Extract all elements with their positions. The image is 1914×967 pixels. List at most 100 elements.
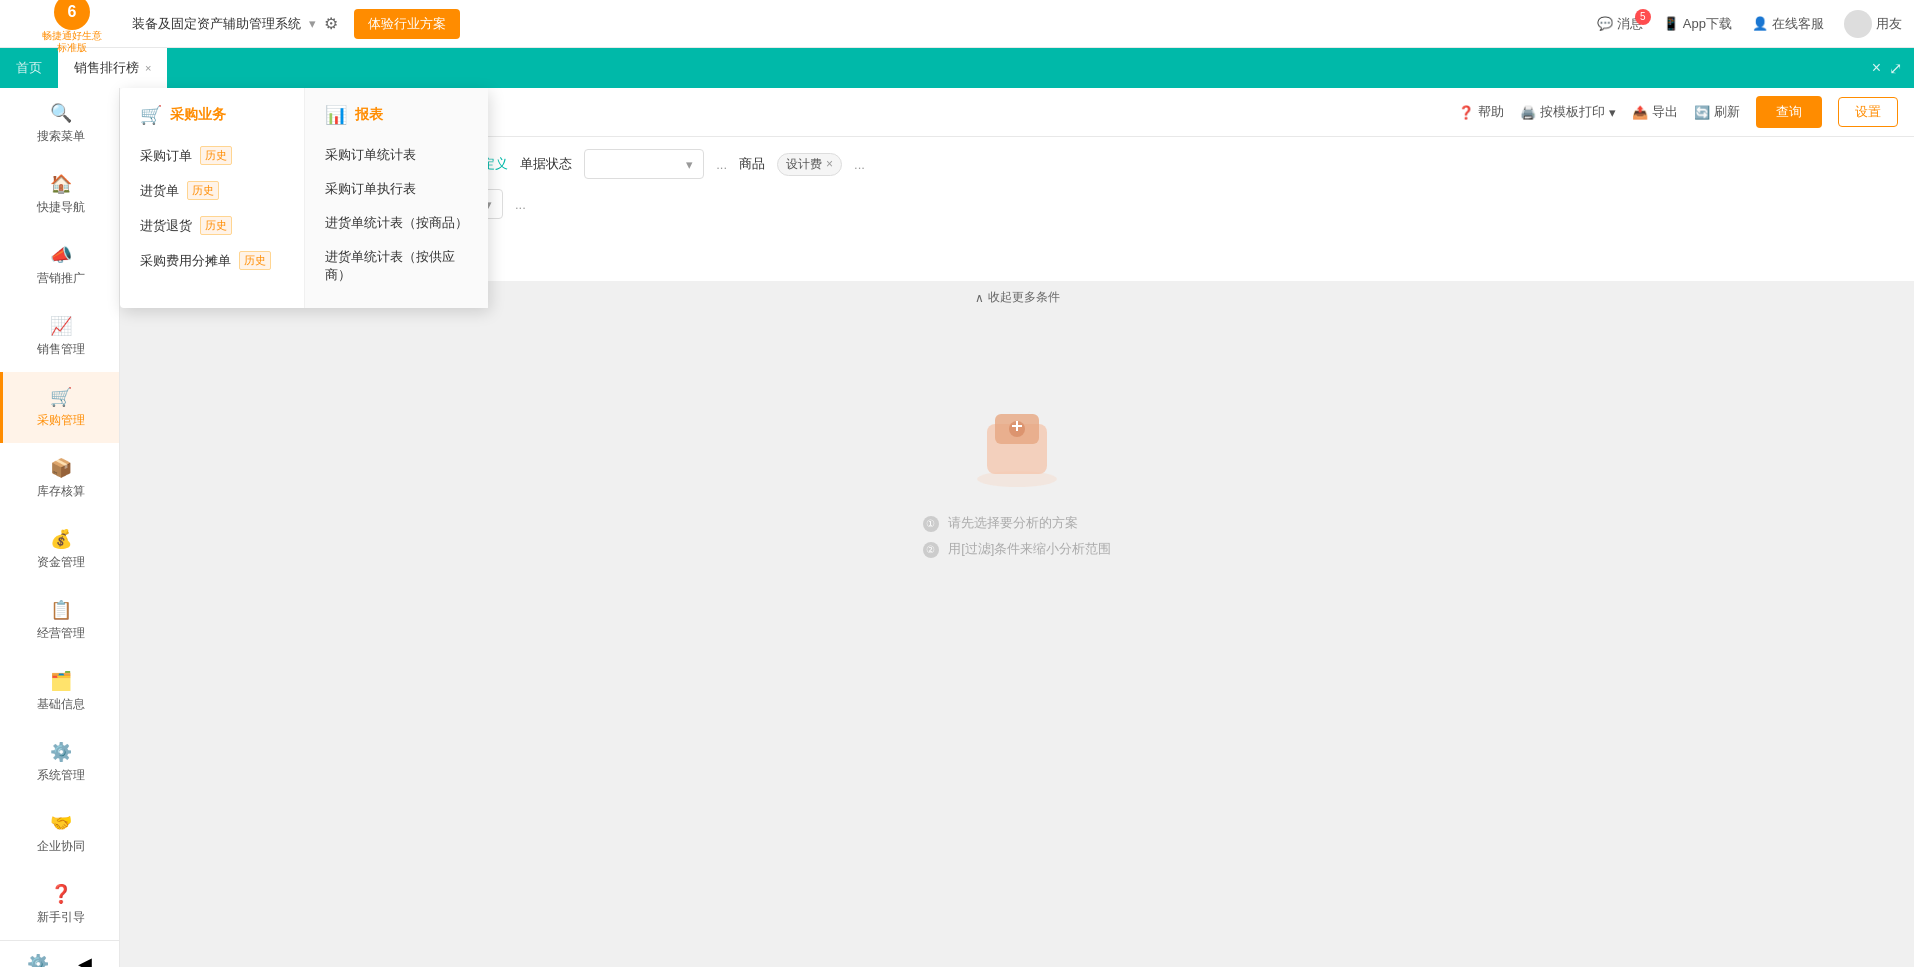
order-status-arrow: ▾ (686, 157, 693, 172)
settings-btn[interactable]: 设置 (1838, 97, 1898, 127)
order-status-label: 单据状态 (520, 155, 572, 173)
finance-icon: 💰 (50, 528, 72, 550)
query-btn[interactable]: 查询 (1756, 96, 1822, 128)
home-icon: 🏠 (50, 173, 72, 195)
system-dropdown-arrow[interactable]: ▾ (309, 16, 316, 31)
sidebar-item-purchase[interactable]: 🛒 采购管理 (0, 372, 119, 443)
logo-area: 6 畅捷通好生意 标准版 (12, 0, 132, 54)
sidebar-item-quick-nav[interactable]: 🏠 快捷导航 (0, 159, 119, 230)
menu-item-incoming[interactable]: 进货单 历史 (120, 173, 304, 208)
sidebar-item-newbie[interactable]: ❓ 新手引导 (0, 869, 119, 940)
dropdown-report-header: 📊 报表 (305, 104, 489, 138)
tip2-dot: ② (923, 542, 939, 558)
sidebar-bottom: ⚙️ ◀ (0, 940, 119, 967)
header-right: 💬 消息 5 📱 App下载 👤 在线客服 用友 (1597, 10, 1902, 38)
marketing-icon: 📣 (50, 244, 72, 266)
sales-icon: 📈 (50, 315, 72, 337)
sidebar-item-operations[interactable]: 📋 经营管理 (0, 585, 119, 656)
system-title: 装备及固定资产辅助管理系统 (132, 15, 301, 33)
history-tag-1: 历史 (187, 181, 219, 200)
tab-bar: 首页 销售排行榜 × × ⤢ (0, 48, 1914, 88)
order-status-select[interactable]: ▾ (584, 149, 704, 179)
logo-text: 畅捷通好生意 标准版 (42, 30, 102, 54)
purchase-icon: 🛒 (50, 386, 72, 408)
inventory-icon: 📦 (50, 457, 72, 479)
print-dropdown-icon[interactable]: ▾ (1609, 105, 1616, 120)
phone-icon: 📱 (1663, 16, 1679, 31)
menu-item-incoming-stats-by-goods[interactable]: 进货单统计表（按商品） (305, 206, 489, 240)
sidebar-item-inventory[interactable]: 📦 库存核算 (0, 443, 119, 514)
service-icon: 👤 (1752, 16, 1768, 31)
sidebar-item-finance[interactable]: 💰 资金管理 (0, 514, 119, 585)
sidebar-item-marketing[interactable]: 📣 营销推广 (0, 230, 119, 301)
empty-tip-2: ② 用[过滤]条件来缩小分析范围 (923, 540, 1112, 558)
messages-btn[interactable]: 💬 消息 5 (1597, 15, 1643, 33)
collapse-arrow-icon: ∧ (975, 291, 984, 305)
user-avatar (1844, 10, 1872, 38)
dropdown-col-purchase: 🛒 采购业务 采购订单 历史 进货单 历史 进货退货 历史 采购费用分摊单 历史 (120, 88, 304, 308)
enterprise-icon: 🤝 (50, 812, 72, 834)
order-status-more[interactable]: ... (716, 157, 727, 172)
logo-icon: 6 (54, 0, 90, 30)
online-service-btn[interactable]: 👤 在线客服 (1752, 15, 1824, 33)
system-icon: ⚙️ (50, 741, 72, 763)
sidebar-collapse-icon[interactable]: ◀ (78, 953, 92, 967)
menu-item-purchase-order-exec[interactable]: 采购订单执行表 (305, 172, 489, 206)
refresh-btn[interactable]: 🔄 刷新 (1694, 103, 1740, 121)
user-area[interactable]: 用友 (1844, 10, 1902, 38)
goods-tag: 设计费 × (777, 153, 842, 176)
tab-close-window-icon[interactable]: × (1872, 59, 1881, 77)
sidebar: 🔍 搜索菜单 🏠 快捷导航 📣 营销推广 📈 销售管理 🛒 采购管理 📦 库存核… (0, 88, 120, 967)
message-badge: 5 (1635, 9, 1651, 25)
message-icon: 💬 (1597, 16, 1613, 31)
salesperson-more[interactable]: ... (515, 197, 526, 212)
tab-expand-icon[interactable]: ⤢ (1889, 59, 1902, 78)
history-tag-3: 历史 (239, 251, 271, 270)
history-tag-2: 历史 (200, 216, 232, 235)
sidebar-item-basic-info[interactable]: 🗂️ 基础信息 (0, 656, 119, 727)
settings-icon[interactable]: ⚙ (324, 14, 338, 33)
goods-tag-close[interactable]: × (826, 157, 833, 171)
basic-info-icon: 🗂️ (50, 670, 72, 692)
empty-state: ① 请先选择要分析的方案 ② 用[过滤]条件来缩小分析范围 (120, 314, 1914, 646)
goods-label: 商品 (739, 155, 765, 173)
purchase-dropdown-menu: 🛒 采购业务 采购订单 历史 进货单 历史 进货退货 历史 采购费用分摊单 历史… (120, 88, 488, 308)
sidebar-item-sales[interactable]: 📈 销售管理 (0, 301, 119, 372)
tab-right-icons: × ⤢ (1872, 59, 1914, 78)
sidebar-item-enterprise[interactable]: 🤝 企业协同 (0, 798, 119, 869)
empty-tips: ① 请先选择要分析的方案 ② 用[过滤]条件来缩小分析范围 (923, 514, 1112, 566)
sidebar-item-system[interactable]: ⚙️ 系统管理 (0, 727, 119, 798)
sidebar-settings-icon[interactable]: ⚙️ (27, 953, 49, 967)
help-icon: ❓ (1458, 105, 1474, 120)
history-tag-0: 历史 (200, 146, 232, 165)
tab-sales-rank[interactable]: 销售排行榜 × (58, 48, 167, 88)
menu-item-return[interactable]: 进货退货 历史 (120, 208, 304, 243)
toolbar-right: ❓ 帮助 🖨️ 按模板打印 ▾ 📤 导出 🔄 刷新 查询 设置 (1458, 96, 1898, 128)
tip1-dot: ① (923, 516, 939, 532)
export-icon: 📤 (1632, 105, 1648, 120)
sidebar-item-search[interactable]: 🔍 搜索菜单 (0, 88, 119, 159)
search-icon: 🔍 (50, 102, 72, 124)
goods-more[interactable]: ... (854, 157, 865, 172)
template-print-btn[interactable]: 🖨️ 按模板打印 ▾ (1520, 103, 1616, 121)
report-menu-icon: 📊 (325, 104, 347, 126)
industry-btn[interactable]: 体验行业方案 (354, 9, 460, 39)
empty-tip-1: ① 请先选择要分析的方案 (923, 514, 1112, 532)
tab-close-icon[interactable]: × (145, 62, 151, 74)
menu-item-purchase-order[interactable]: 采购订单 历史 (120, 138, 304, 173)
dropdown-purchase-header: 🛒 采购业务 (120, 104, 304, 138)
top-header: 6 畅捷通好生意 标准版 装备及固定资产辅助管理系统 ▾ ⚙ 体验行业方案 💬 … (0, 0, 1914, 48)
dropdown-col-report: 📊 报表 采购订单统计表 采购订单执行表 进货单统计表（按商品） 进货单统计表（… (304, 88, 489, 308)
empty-illustration (957, 394, 1077, 494)
menu-item-purchase-expense[interactable]: 采购费用分摊单 历史 (120, 243, 304, 278)
menu-item-incoming-stats-by-supplier[interactable]: 进货单统计表（按供应商） (305, 240, 489, 292)
app-download-btn[interactable]: 📱 App下载 (1663, 15, 1732, 33)
refresh-icon: 🔄 (1694, 105, 1710, 120)
purchase-menu-icon: 🛒 (140, 104, 162, 126)
export-btn[interactable]: 📤 导出 (1632, 103, 1678, 121)
tab-home[interactable]: 首页 (0, 48, 58, 88)
help-btn[interactable]: ❓ 帮助 (1458, 103, 1504, 121)
menu-item-purchase-order-stats[interactable]: 采购订单统计表 (305, 138, 489, 172)
print-icon: 🖨️ (1520, 105, 1536, 120)
newbie-icon: ❓ (50, 883, 72, 905)
